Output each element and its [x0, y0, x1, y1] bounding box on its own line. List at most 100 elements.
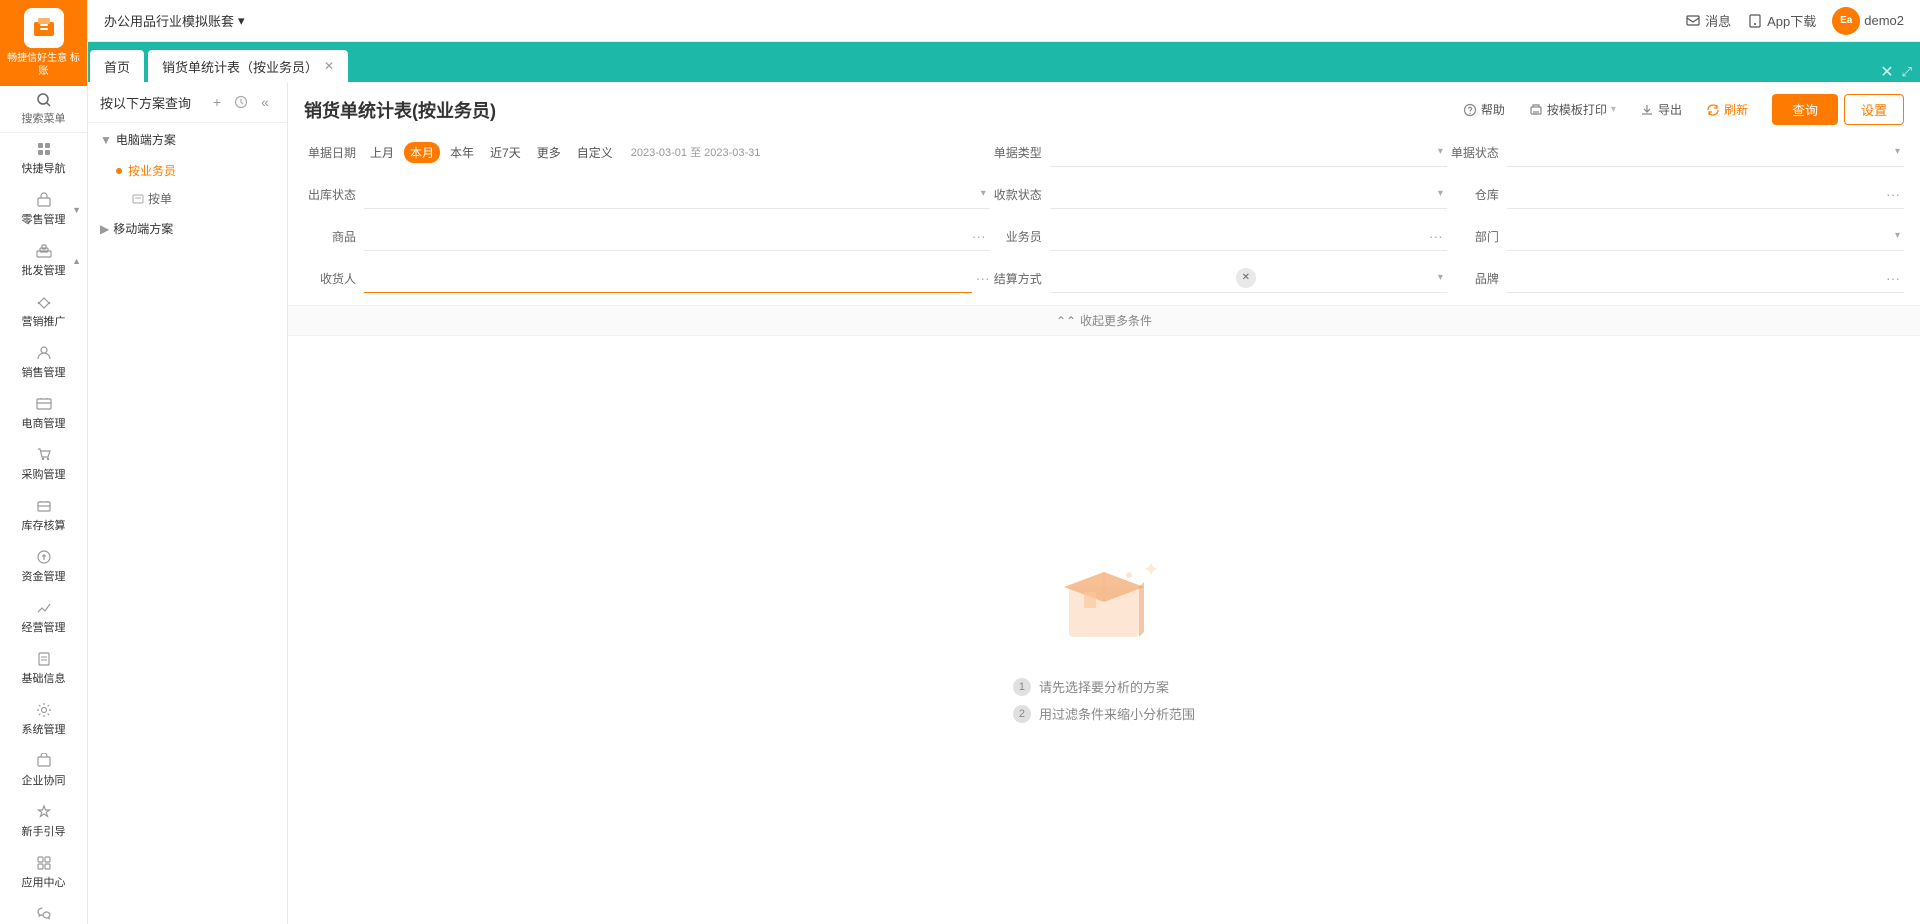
- username-label: demo2: [1864, 13, 1904, 28]
- sidebar-item-marketing[interactable]: 营销推广: [0, 286, 87, 337]
- tip-2-label: 用过滤条件来缩小分析范围: [1039, 704, 1195, 723]
- salesman-select[interactable]: ···: [1050, 221, 1447, 251]
- refresh-btn[interactable]: 刷新: [1698, 97, 1756, 122]
- dept-select[interactable]: ▾: [1507, 221, 1904, 251]
- date-btn-more[interactable]: 更多: [531, 142, 567, 163]
- empty-tips: 1 请先选择要分析的方案 2 用过滤条件来缩小分析范围: [1013, 677, 1195, 723]
- mobile-scheme-arrow: ▶: [100, 222, 109, 236]
- sidebar: 畅捷信好生意 标账 搜索菜单 快捷导航 零售管理 ▼ 批发管理 ▲ 营销推广 销…: [0, 0, 88, 924]
- quick-nav-label: 快捷导航: [22, 160, 66, 176]
- sidebar-item-retail[interactable]: 零售管理 ▼: [0, 184, 87, 235]
- pay-filter-item: 收款状态 ▾: [990, 179, 1447, 209]
- sidebar-item-operation[interactable]: 经营管理: [0, 592, 87, 643]
- collapse-bar[interactable]: ⌃⌃ 收起更多条件: [288, 306, 1920, 336]
- sidebar-item-wechat[interactable]: 企业微信: [0, 898, 87, 924]
- sidebar-item-purchase[interactable]: 采购管理: [0, 439, 87, 490]
- desktop-scheme-title[interactable]: ▼ 电脑端方案: [88, 123, 287, 156]
- scheme-item-order[interactable]: 按单: [88, 185, 287, 212]
- tab-sales-stat[interactable]: 销货单统计表（按业务员） ✕: [148, 50, 348, 82]
- dropdown-arrow-icon: ▾: [238, 13, 245, 29]
- warehouse-select[interactable]: ···: [1507, 179, 1904, 209]
- settlement-arrow-icon: ▾: [1438, 272, 1443, 283]
- date-btn-7days[interactable]: 近7天: [484, 142, 527, 163]
- doc-status-select[interactable]: ▾: [1507, 137, 1904, 167]
- date-btn-this-month[interactable]: 本月: [404, 142, 440, 163]
- warehouse-dots-icon[interactable]: ···: [1886, 186, 1900, 202]
- salesman-dots-icon[interactable]: ···: [1429, 228, 1443, 244]
- sidebar-item-system[interactable]: 系统管理: [0, 694, 87, 745]
- sidebar-item-newbie[interactable]: 新手引导: [0, 796, 87, 847]
- inventory-label: 库存核算: [22, 517, 66, 533]
- sidebar-item-ecommerce[interactable]: 电商管理: [0, 388, 87, 439]
- add-scheme-btn[interactable]: +: [207, 92, 227, 112]
- scheme-panel-title: 按以下方案查询: [100, 93, 191, 112]
- scheme-item-salesman[interactable]: 按业务员: [88, 156, 287, 185]
- template-print-arrow: ▾: [1611, 104, 1616, 115]
- query-button[interactable]: 查询: [1772, 94, 1838, 125]
- sidebar-item-enterprise[interactable]: 企业协同: [0, 745, 87, 796]
- receiver-filter-item: 收货人 ···: [304, 263, 990, 293]
- date-buttons: 上月 本月 本年 近7天 更多 自定义 2023-03-01 至 2023-03…: [364, 142, 990, 163]
- date-btn-last-month[interactable]: 上月: [364, 142, 400, 163]
- sidebar-item-inventory[interactable]: 库存核算: [0, 490, 87, 541]
- edit-scheme-btn[interactable]: [231, 92, 251, 112]
- sidebar-item-wholesale[interactable]: 批发管理 ▲: [0, 235, 87, 286]
- goods-select[interactable]: ···: [364, 221, 990, 251]
- sidebar-item-basic[interactable]: 基础信息: [0, 643, 87, 694]
- settlement-clear-btn[interactable]: ✕: [1236, 268, 1256, 288]
- pay-select[interactable]: ▾: [1050, 179, 1447, 209]
- tab-maximize-btn[interactable]: ⤢: [1902, 64, 1912, 80]
- page-title: 销货单统计表(按业务员): [304, 97, 496, 123]
- tab-close-icon[interactable]: ✕: [324, 59, 334, 73]
- filter-row-1: 单据日期 上月 本月 本年 近7天 更多 自定义 2023-03-01 至 20…: [304, 137, 1904, 167]
- goods-filter-item: 商品 ···: [304, 221, 990, 251]
- tab-close-window-btn[interactable]: ✕: [1880, 62, 1893, 82]
- newbie-label: 新手引导: [22, 823, 66, 839]
- outin-select[interactable]: ▾: [364, 179, 990, 209]
- doc-type-select[interactable]: ▾: [1050, 137, 1447, 167]
- settlement-select[interactable]: ✕ ▾: [1050, 263, 1447, 293]
- pay-label: 收款状态: [990, 186, 1042, 203]
- brand-dots-icon[interactable]: ···: [1886, 270, 1900, 286]
- template-print-label: 按模板打印: [1547, 101, 1607, 118]
- page-header: 销货单统计表(按业务员) 帮助 按模板打印 ▾ 导出: [288, 82, 1920, 125]
- messages-btn[interactable]: 消息: [1685, 11, 1731, 30]
- mobile-scheme-group: ▶ 移动端方案: [88, 212, 287, 245]
- sidebar-item-apps[interactable]: 应用中心: [0, 847, 87, 898]
- receiver-dots-icon[interactable]: ···: [976, 270, 990, 286]
- tab-home[interactable]: 首页: [90, 50, 144, 82]
- collapse-panel-btn[interactable]: «: [255, 92, 275, 112]
- header-left: 办公用品行业模拟账套 ▾: [104, 11, 245, 30]
- refresh-label: 刷新: [1724, 101, 1748, 118]
- help-btn[interactable]: 帮助: [1455, 97, 1513, 122]
- salesman-scheme-label: 按业务员: [128, 162, 176, 179]
- sidebar-search-section[interactable]: 搜索菜单: [0, 86, 87, 133]
- date-filter-item: 单据日期 上月 本月 本年 近7天 更多 自定义 2023-03-01 至 20…: [304, 142, 990, 163]
- date-btn-this-year[interactable]: 本年: [444, 142, 480, 163]
- user-avatar[interactable]: Ea demo2: [1832, 7, 1904, 35]
- apps-label: 应用中心: [22, 874, 66, 890]
- desktop-scheme-group: ▼ 电脑端方案 按业务员 按单: [88, 123, 287, 212]
- help-label: 帮助: [1481, 101, 1505, 118]
- date-btn-custom[interactable]: 自定义: [571, 142, 619, 163]
- tip-1-label: 请先选择要分析的方案: [1039, 677, 1169, 696]
- header-right: 消息 App下载 Ea demo2: [1685, 7, 1904, 35]
- sidebar-item-quick-nav[interactable]: 快捷导航: [0, 133, 87, 184]
- receiver-input[interactable]: [364, 263, 972, 293]
- app-download-btn[interactable]: App下载: [1747, 11, 1816, 30]
- company-dropdown[interactable]: 办公用品行业模拟账套 ▾: [104, 11, 245, 30]
- basic-label: 基础信息: [22, 670, 66, 686]
- goods-dots-icon[interactable]: ···: [972, 228, 986, 244]
- brand-label: 品牌: [1447, 270, 1499, 287]
- doc-type-label: 单据类型: [990, 144, 1042, 161]
- collapse-btn[interactable]: ⌃⌃ 收起更多条件: [1056, 312, 1152, 329]
- settings-button[interactable]: 设置: [1844, 94, 1904, 125]
- wholesale-label: 批发管理: [22, 262, 66, 278]
- brand-select[interactable]: ···: [1507, 263, 1904, 293]
- mobile-scheme-title[interactable]: ▶ 移动端方案: [88, 212, 287, 245]
- export-btn[interactable]: 导出: [1632, 97, 1690, 122]
- sidebar-item-sales[interactable]: 销售管理: [0, 337, 87, 388]
- sidebar-item-finance[interactable]: 资金管理: [0, 541, 87, 592]
- pay-arrow-icon: ▾: [1438, 188, 1443, 199]
- template-print-btn[interactable]: 按模板打印 ▾: [1521, 97, 1624, 122]
